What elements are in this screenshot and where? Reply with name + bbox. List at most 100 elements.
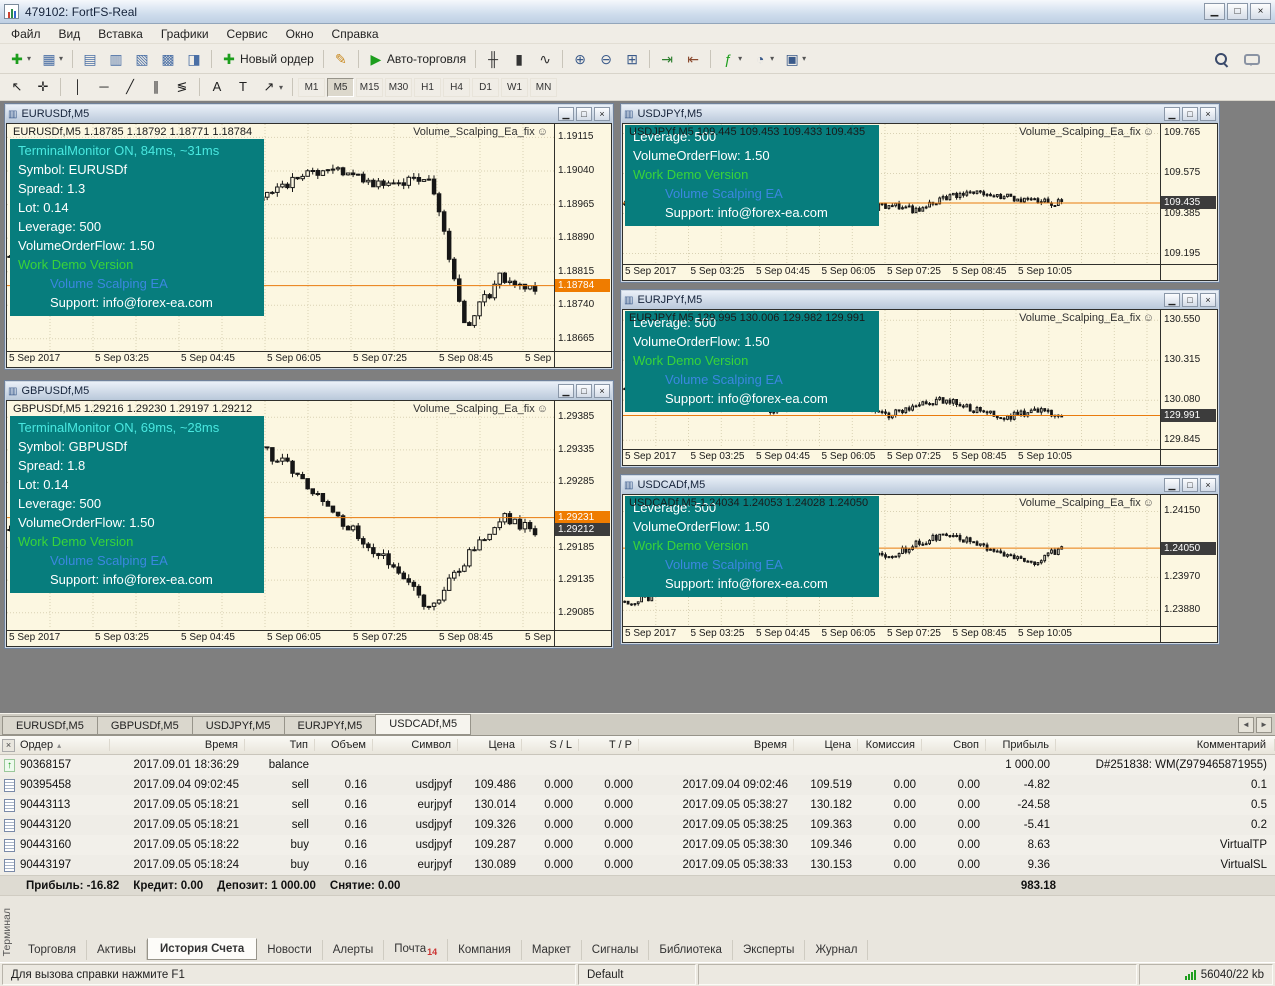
- chart-tab-2[interactable]: USDJPYf,M5: [191, 716, 285, 735]
- menu-item-5[interactable]: Окно: [277, 25, 323, 43]
- chart-close-button[interactable]: ×: [1200, 478, 1216, 492]
- column-header-8[interactable]: Время: [639, 739, 794, 751]
- chart-restore-button[interactable]: □: [576, 107, 592, 121]
- terminal-tab-8[interactable]: Сигналы: [582, 940, 650, 960]
- menu-item-2[interactable]: Вставка: [89, 25, 152, 43]
- column-header-13[interactable]: Комментарий: [1056, 739, 1275, 751]
- chart-minimize-button[interactable]: ▁: [1164, 107, 1180, 121]
- time-axis[interactable]: 5 Sep 2017 5 Sep 03:25 5 Sep 04:45 5 Sep 06…: [623, 626, 1161, 642]
- column-header-12[interactable]: Прибыль: [986, 739, 1056, 751]
- column-header-3[interactable]: Объем: [315, 739, 373, 751]
- chart-tab-0[interactable]: EURUSDf,M5: [2, 716, 98, 735]
- chart-tab-4[interactable]: USDCADf,M5: [375, 714, 472, 735]
- text-label-button[interactable]: T: [231, 76, 255, 98]
- arrows-button[interactable]: ↗ ▾: [257, 76, 287, 98]
- column-header-11[interactable]: Своп: [922, 739, 986, 751]
- data-window-button[interactable]: ▥: [104, 48, 128, 70]
- menu-item-3[interactable]: Графики: [152, 25, 218, 43]
- new-chart-button[interactable]: ✚ ▾: [5, 48, 35, 70]
- menu-item-1[interactable]: Вид: [50, 25, 90, 43]
- horizontal-line-button[interactable]: ─: [92, 76, 116, 98]
- terminal-dock-label[interactable]: Терминал: [1, 908, 13, 956]
- timeframe-h1-button[interactable]: H1: [414, 77, 442, 97]
- status-profile[interactable]: Default: [578, 964, 696, 985]
- price-scale[interactable]: 1.24150 1.23970 1.23880 1.24050: [1161, 495, 1217, 626]
- terminal-tab-5[interactable]: Почта14: [384, 938, 449, 962]
- minimize-button[interactable]: ▁: [1204, 3, 1225, 20]
- chart-close-button[interactable]: ×: [1200, 293, 1216, 307]
- zoom-out-button[interactable]: ⊖: [594, 48, 618, 70]
- chart-canvas[interactable]: EURJPYf,M5 129.995 130.006 129.982 129.9…: [623, 310, 1161, 449]
- chart-canvas[interactable]: GBPUSDf,M5 1.29216 1.29230 1.29197 1.292…: [7, 401, 555, 630]
- terminal-tab-2[interactable]: История Счета: [146, 938, 258, 960]
- chart-window-titlebar[interactable]: ▥ USDJPYf,M5 ▁ □ ×: [622, 105, 1218, 123]
- auto-scroll-button[interactable]: ⇥: [655, 48, 679, 70]
- column-header-2[interactable]: Тип: [245, 739, 315, 751]
- column-header-4[interactable]: Символ: [373, 739, 458, 751]
- timeframe-d1-button[interactable]: D1: [472, 77, 500, 97]
- tile-windows-button[interactable]: ⊞: [620, 48, 644, 70]
- column-header-7[interactable]: T / P: [579, 739, 639, 751]
- crosshair-button[interactable]: ✛: [31, 76, 55, 98]
- timeframe-w1-button[interactable]: W1: [501, 77, 529, 97]
- close-button[interactable]: ×: [1250, 3, 1271, 20]
- price-scale[interactable]: 109.765 109.575 109.385 109.195 109.435: [1161, 124, 1217, 264]
- chart-minimize-button[interactable]: ▁: [558, 107, 574, 121]
- column-header-0[interactable]: Ордер ▴: [0, 739, 110, 751]
- history-row[interactable]: 90443113 2017.09.05 05:18:21 sell 0.16 eurjp…: [0, 795, 1275, 815]
- time-axis[interactable]: 5 Sep 2017 5 Sep 03:25 5 Sep 04:45 5 Sep 06…: [7, 630, 555, 646]
- chart-minimize-button[interactable]: ▁: [558, 384, 574, 398]
- terminal-tab-4[interactable]: Алерты: [323, 940, 385, 960]
- chart-restore-button[interactable]: □: [576, 384, 592, 398]
- chart-shift-button[interactable]: ⇤: [681, 48, 705, 70]
- chart-tab-3[interactable]: EURJPYf,M5: [283, 716, 377, 735]
- time-axis[interactable]: 5 Sep 2017 5 Sep 03:25 5 Sep 04:45 5 Sep 06…: [623, 449, 1161, 465]
- terminal-tab-9[interactable]: Библиотека: [649, 940, 733, 960]
- strategy-tester-button[interactable]: ◨: [182, 48, 206, 70]
- chart-close-button[interactable]: ×: [594, 384, 610, 398]
- chart-window-titlebar[interactable]: ▥ USDCADf,M5 ▁ □ ×: [622, 476, 1218, 494]
- cursor-button[interactable]: ↖: [5, 76, 29, 98]
- chart-tab-1[interactable]: GBPUSDf,M5: [96, 716, 193, 735]
- price-scale[interactable]: 130.550 130.315 130.080 129.845 129.991: [1161, 310, 1217, 449]
- history-row[interactable]: 90395458 2017.09.04 09:02:45 sell 0.16 usdjp…: [0, 775, 1275, 795]
- terminal-tab-0[interactable]: Торговля: [18, 940, 88, 960]
- chart-close-button[interactable]: ×: [1200, 107, 1216, 121]
- chart-canvas[interactable]: USDCADf,M5 1.24034 1.24053 1.24028 1.240…: [623, 495, 1161, 626]
- menu-item-0[interactable]: Файл: [2, 25, 50, 43]
- trendline-button[interactable]: ╱: [118, 76, 142, 98]
- new-order-button[interactable]: ✚ Новый ордер: [217, 48, 318, 70]
- column-header-6[interactable]: S / L: [522, 739, 579, 751]
- chart-window-titlebar[interactable]: ▥ GBPUSDf,M5 ▁ □ ×: [6, 382, 612, 400]
- terminal-tab-3[interactable]: Новости: [257, 940, 323, 960]
- history-row[interactable]: 90443120 2017.09.05 05:18:21 sell 0.16 usdjp…: [0, 815, 1275, 835]
- metaeditor-button[interactable]: ✎: [329, 48, 353, 70]
- timeframe-m5-button[interactable]: M5: [327, 77, 355, 97]
- history-row[interactable]: ↑ 90368157 2017.09.01 18:36:29 balance 1 000…: [0, 755, 1275, 775]
- tab-scroll-left-button[interactable]: ◄: [1238, 717, 1254, 733]
- column-header-10[interactable]: Комиссия: [858, 739, 922, 751]
- timeframe-mn-button[interactable]: MN: [530, 77, 558, 97]
- timeframe-h4-button[interactable]: H4: [443, 77, 471, 97]
- price-scale[interactable]: 1.29385 1.29335 1.29285 1.29185 1.29135 1.290…: [555, 401, 611, 630]
- chart-window-titlebar[interactable]: ▥ EURUSDf,M5 ▁ □ ×: [6, 105, 612, 123]
- history-row[interactable]: 90443160 2017.09.05 05:18:22 buy 0.16 usdjpy…: [0, 835, 1275, 855]
- chart-restore-button[interactable]: □: [1182, 478, 1198, 492]
- chart-minimize-button[interactable]: ▁: [1164, 478, 1180, 492]
- zoom-in-button[interactable]: ⊕: [568, 48, 592, 70]
- chart-close-button[interactable]: ×: [594, 107, 610, 121]
- chart-canvas[interactable]: USDJPYf,M5 109.445 109.453 109.433 109.4…: [623, 124, 1161, 264]
- market-watch-button[interactable]: ▤: [78, 48, 102, 70]
- restore-button[interactable]: □: [1227, 3, 1248, 20]
- navigator-button[interactable]: ▧: [130, 48, 154, 70]
- timeframe-m15-button[interactable]: M15: [356, 77, 384, 97]
- chart-window-titlebar[interactable]: ▥ EURJPYf,M5 ▁ □ ×: [622, 291, 1218, 309]
- terminal-close-button[interactable]: ×: [2, 739, 15, 752]
- tab-scroll-right-button[interactable]: ►: [1256, 717, 1272, 733]
- chart-canvas[interactable]: EURUSDf,M5 1.18785 1.18792 1.18771 1.187…: [7, 124, 555, 351]
- column-header-1[interactable]: Время: [110, 739, 245, 751]
- profiles-button[interactable]: ▦ ▾: [37, 48, 67, 70]
- templates-button[interactable]: ▣ ▾: [780, 48, 810, 70]
- text-button[interactable]: A: [205, 76, 229, 98]
- terminal-tab-1[interactable]: Активы: [87, 940, 147, 960]
